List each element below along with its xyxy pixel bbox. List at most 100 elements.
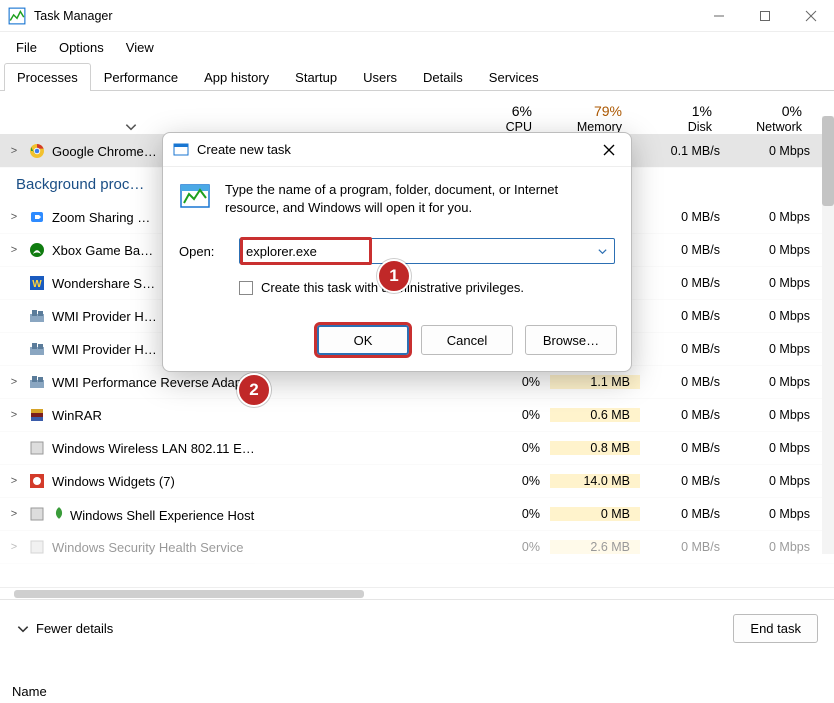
maximize-button[interactable] — [742, 0, 788, 32]
column-header-network[interactable]: 0% Network — [724, 103, 814, 134]
cell-network: 0 Mbps — [730, 144, 820, 158]
cell-memory: 2.6 MB — [550, 540, 640, 554]
column-header-disk[interactable]: 1% Disk — [634, 103, 724, 134]
chevron-down-icon[interactable] — [590, 239, 614, 263]
cell-disk: 0 MB/s — [640, 342, 730, 356]
process-name: Windows Widgets (7) — [52, 474, 470, 489]
process-name: Windows Security Health Service — [52, 540, 470, 555]
menubar: File Options View — [0, 32, 834, 63]
column-header-name-label: Name — [12, 684, 47, 699]
disclosure-triangle[interactable]: > — [6, 211, 22, 223]
process-name: Windows Wireless LAN 802.11 E… — [52, 441, 470, 456]
tab-services[interactable]: Services — [476, 63, 552, 91]
app-icon — [28, 142, 46, 160]
cell-disk: 0 MB/s — [640, 540, 730, 554]
disclosure-triangle[interactable]: > — [6, 541, 22, 553]
process-name: Windows Shell Experience Host — [52, 506, 470, 523]
table-row[interactable]: >WinRAR0%0.6 MB0 MB/s0 Mbps — [0, 399, 834, 432]
disclosure-triangle[interactable]: > — [6, 508, 22, 520]
tab-processes[interactable]: Processes — [4, 63, 91, 91]
dialog-description: Type the name of a program, folder, docu… — [225, 181, 615, 216]
disclosure-triangle[interactable]: > — [6, 376, 22, 388]
cell-memory: 0.6 MB — [550, 408, 640, 422]
cell-disk: 0 MB/s — [640, 309, 730, 323]
disclosure-triangle[interactable]: > — [6, 244, 22, 256]
leaf-icon — [52, 506, 66, 520]
column-header-memory[interactable]: 79% Memory — [544, 103, 634, 134]
footer: Fewer details End task — [0, 599, 834, 657]
disclosure-triangle[interactable]: > — [6, 409, 22, 421]
cell-network: 0 Mbps — [730, 342, 820, 356]
tab-performance[interactable]: Performance — [91, 63, 191, 91]
ok-button[interactable]: OK — [317, 325, 409, 355]
cell-network: 0 Mbps — [730, 507, 820, 521]
minimize-button[interactable] — [696, 0, 742, 32]
cell-network: 0 Mbps — [730, 375, 820, 389]
app-icon — [28, 373, 46, 391]
table-row[interactable]: >Windows Widgets (7)0%14.0 MB0 MB/s0 Mbp… — [0, 465, 834, 498]
process-name: WinRAR — [52, 408, 470, 423]
fewer-details-label: Fewer details — [36, 621, 113, 636]
close-button[interactable] — [788, 0, 834, 32]
disclosure-triangle[interactable]: > — [6, 145, 22, 157]
cell-memory: 0 MB — [550, 507, 640, 521]
menu-options[interactable]: Options — [49, 36, 114, 59]
cell-network: 0 Mbps — [730, 276, 820, 290]
run-dialog-icon — [173, 142, 189, 158]
svg-text:W: W — [32, 279, 42, 290]
app-icon — [28, 472, 46, 490]
end-task-button[interactable]: End task — [733, 614, 818, 643]
dialog-close-button[interactable] — [597, 144, 621, 156]
admin-checkbox[interactable] — [239, 281, 253, 295]
tab-details[interactable]: Details — [410, 63, 476, 91]
cell-network: 0 Mbps — [730, 474, 820, 488]
table-row[interactable]: Windows Wireless LAN 802.11 E…0%0.8 MB0 … — [0, 432, 834, 465]
cell-cpu: 0% — [470, 507, 550, 521]
disclosure-triangle[interactable]: > — [6, 475, 22, 487]
cell-disk: 0 MB/s — [640, 408, 730, 422]
window-title: Task Manager — [34, 9, 113, 23]
cell-cpu: 0% — [470, 375, 550, 389]
cell-disk: 0 MB/s — [640, 474, 730, 488]
cell-disk: 0 MB/s — [640, 441, 730, 455]
cell-network: 0 Mbps — [730, 540, 820, 554]
app-icon — [28, 307, 46, 325]
horizontal-scrollbar[interactable] — [0, 587, 834, 599]
cell-disk: 0 MB/s — [640, 375, 730, 389]
app-icon — [28, 406, 46, 424]
open-combobox[interactable] — [239, 238, 615, 264]
tab-app-history[interactable]: App history — [191, 63, 282, 91]
tab-users[interactable]: Users — [350, 63, 410, 91]
table-row[interactable]: > Windows Shell Experience Host0%0 MB0 MB… — [0, 498, 834, 531]
browse-button[interactable]: Browse… — [525, 325, 617, 355]
cell-cpu: 0% — [470, 474, 550, 488]
fewer-details-link[interactable]: Fewer details — [16, 621, 113, 636]
dialog-titlebar: Create new task — [163, 133, 631, 167]
task-manager-icon — [8, 7, 26, 25]
cancel-button[interactable]: Cancel — [421, 325, 513, 355]
scrollbar-thumb[interactable] — [822, 116, 834, 206]
titlebar: Task Manager — [0, 0, 834, 32]
app-icon — [28, 241, 46, 259]
cell-disk: 0 MB/s — [640, 210, 730, 224]
cell-memory: 0.8 MB — [550, 441, 640, 455]
tabs: Processes Performance App history Startu… — [0, 63, 834, 91]
menu-view[interactable]: View — [116, 36, 164, 59]
table-row[interactable]: >Windows Security Health Service0%2.6 MB… — [0, 531, 834, 564]
cell-network: 0 Mbps — [730, 408, 820, 422]
menu-file[interactable]: File — [6, 36, 47, 59]
create-new-task-dialog: Create new task Type the name of a progr… — [162, 132, 632, 372]
column-header-cpu[interactable]: 6% CPU — [464, 103, 544, 134]
cell-disk: 0 MB/s — [640, 276, 730, 290]
cell-disk: 0 MB/s — [640, 243, 730, 257]
tab-startup[interactable]: Startup — [282, 63, 350, 91]
cell-network: 0 Mbps — [730, 309, 820, 323]
app-icon: W — [28, 274, 46, 292]
dialog-title: Create new task — [197, 142, 597, 157]
app-icon — [28, 439, 46, 457]
cell-disk: 0 MB/s — [640, 507, 730, 521]
cell-memory: 1.1 MB — [550, 375, 640, 389]
cell-disk: 0.1 MB/s — [640, 144, 730, 158]
table-header: Name 6% CPU 79% Memory 1% Disk 0% Networ… — [0, 91, 834, 135]
open-input[interactable] — [240, 239, 380, 263]
